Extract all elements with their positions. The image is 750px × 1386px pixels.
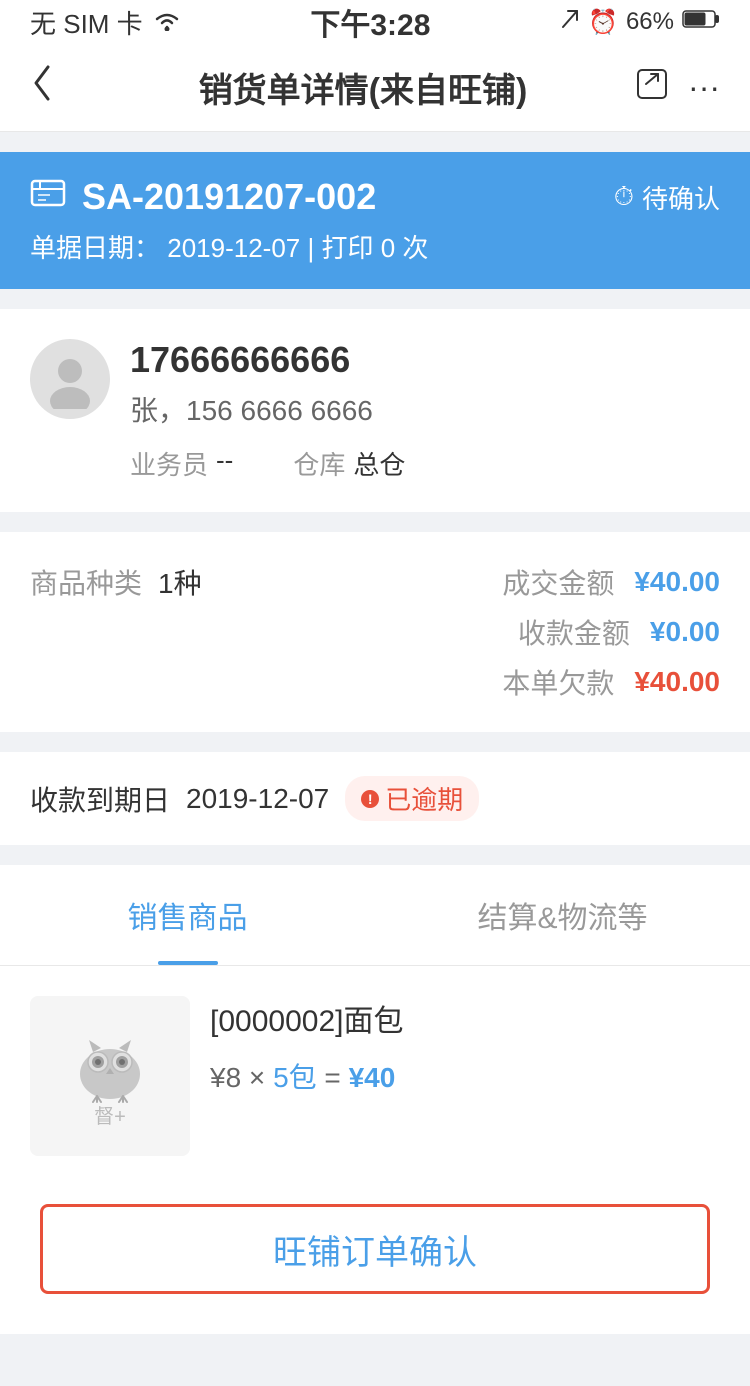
product-details: [0000002]面包 ¥8 × 5包 = ¥40 [210,996,720,1156]
more-icon[interactable]: ··· [688,69,720,106]
salesperson-value: -- [216,445,233,482]
nav-bar: 销货单详情(来自旺铺) ··· [0,44,750,132]
overdue-icon: ! [361,790,379,808]
clock-icon: ⏱ [614,181,634,213]
price-eq: = [317,1062,349,1093]
warehouse-item: 仓库 总仓 [293,445,405,482]
summary-card: 商品种类 1种 成交金额 ¥40.00 收款金额 ¥0.00 本单欠款 ¥40.… [0,532,750,732]
print-info: 打印 0 次 [321,233,428,263]
price-base: ¥8 × [210,1062,273,1093]
overdue-text: 已逾期 [385,780,463,817]
customer-meta: 业务员 -- 仓库 总仓 [130,445,720,482]
order-date: 2019-12-07 [167,233,300,263]
order-header: SA-20191207-002 ⏱ 待确认 单据日期： 2019-12-07 |… [0,152,750,289]
tab-settlement[interactable]: 结算&物流等 [375,865,750,965]
customer-section: 17666666666 张，156 6666 6666 业务员 -- 仓库 总仓 [30,339,720,482]
due-date-label: 收款到期日 [30,779,170,819]
warehouse-value: 总仓 [353,445,405,482]
nav-actions: ··· [636,68,720,107]
customer-phone: 17666666666 [130,339,720,381]
deal-amount-label: 成交金额 [502,562,614,602]
owed-amount-row: 本单欠款 ¥40.00 [502,662,720,702]
salesperson-label: 业务员 [130,445,208,482]
received-amount-label: 收款金额 [518,612,630,652]
summary-row: 商品种类 1种 成交金额 ¥40.00 收款金额 ¥0.00 本单欠款 ¥40.… [30,562,720,702]
status-bar: 无 SIM 卡 下午3:28 ⏰ 66% [0,0,750,44]
product-type-label: 商品种类 [30,562,142,602]
product-name: [0000002]面包 [210,996,720,1040]
sim-label: 无 SIM 卡 [30,4,143,41]
customer-card: 17666666666 张，156 6666 6666 业务员 -- 仓库 总仓 [0,309,750,512]
tab-sales-products-label: 销售商品 [128,902,248,935]
back-button[interactable] [30,63,90,112]
confirm-button-container: 旺铺订单确认 [0,1184,750,1334]
warehouse-label: 仓库 [293,445,345,482]
order-id-row: SA-20191207-002 ⏱ 待确认 [30,176,720,218]
status-text: 待确认 [642,179,720,216]
battery-icon [682,8,720,36]
tabs-header: 销售商品 结算&物流等 [0,865,750,966]
order-date-row: 单据日期： 2019-12-07 | 打印 0 次 [30,228,720,265]
order-icon [30,179,66,215]
product-type-value: 1种 [158,562,202,602]
product-type-section: 商品种类 1种 [30,562,202,602]
battery-level: 66% [626,8,674,36]
status-time: 下午3:28 [310,0,430,44]
location-icon [560,8,580,37]
tab-settlement-label: 结算&物流等 [477,902,647,935]
deal-amount-row: 成交金额 ¥40.00 [502,562,720,602]
order-status: ⏱ 待确认 [614,179,720,216]
share-icon[interactable] [636,68,668,107]
amounts-section: 成交金额 ¥40.00 收款金额 ¥0.00 本单欠款 ¥40.00 [502,562,720,702]
due-date-section: 收款到期日 2019-12-07 ! 已逾期 [0,752,750,845]
product-item: 督+ [0000002]面包 ¥8 × 5包 = ¥40 [0,966,750,1186]
price-total: ¥40 [349,1062,396,1093]
status-left: 无 SIM 卡 [30,4,181,41]
order-id: SA-20191207-002 [82,176,376,218]
wifi-icon [153,7,181,38]
date-separator: | [307,233,321,263]
owed-amount-value: ¥40.00 [634,666,720,698]
status-right: ⏰ 66% [560,8,720,37]
product-thumbnail: 督+ [30,996,190,1156]
tab-sales-products[interactable]: 销售商品 [0,865,375,965]
customer-name: 张，156 6666 6666 [130,389,720,429]
price-qty: 5包 [273,1062,317,1093]
alarm-icon: ⏰ [588,8,618,37]
owed-amount-label: 本单欠款 [502,662,614,702]
page-title: 销货单详情(来自旺铺) [199,63,528,112]
overdue-badge: ! 已逾期 [345,776,479,821]
deal-amount-value: ¥40.00 [634,566,720,598]
confirm-order-button[interactable]: 旺铺订单确认 [40,1204,710,1294]
date-label: 单据日期： [30,233,160,263]
product-price: ¥8 × 5包 = ¥40 [210,1056,720,1096]
received-amount-row: 收款金额 ¥0.00 [518,612,720,652]
due-date-value: 2019-12-07 [186,783,329,815]
product-logo: 督+ [65,1024,155,1129]
salesperson-item: 业务员 -- [130,445,233,482]
received-amount-value: ¥0.00 [650,616,720,648]
avatar [30,339,110,419]
tabs-section: 销售商品 结算&物流等 [0,865,750,1186]
customer-info: 17666666666 张，156 6666 6666 业务员 -- 仓库 总仓 [130,339,720,482]
